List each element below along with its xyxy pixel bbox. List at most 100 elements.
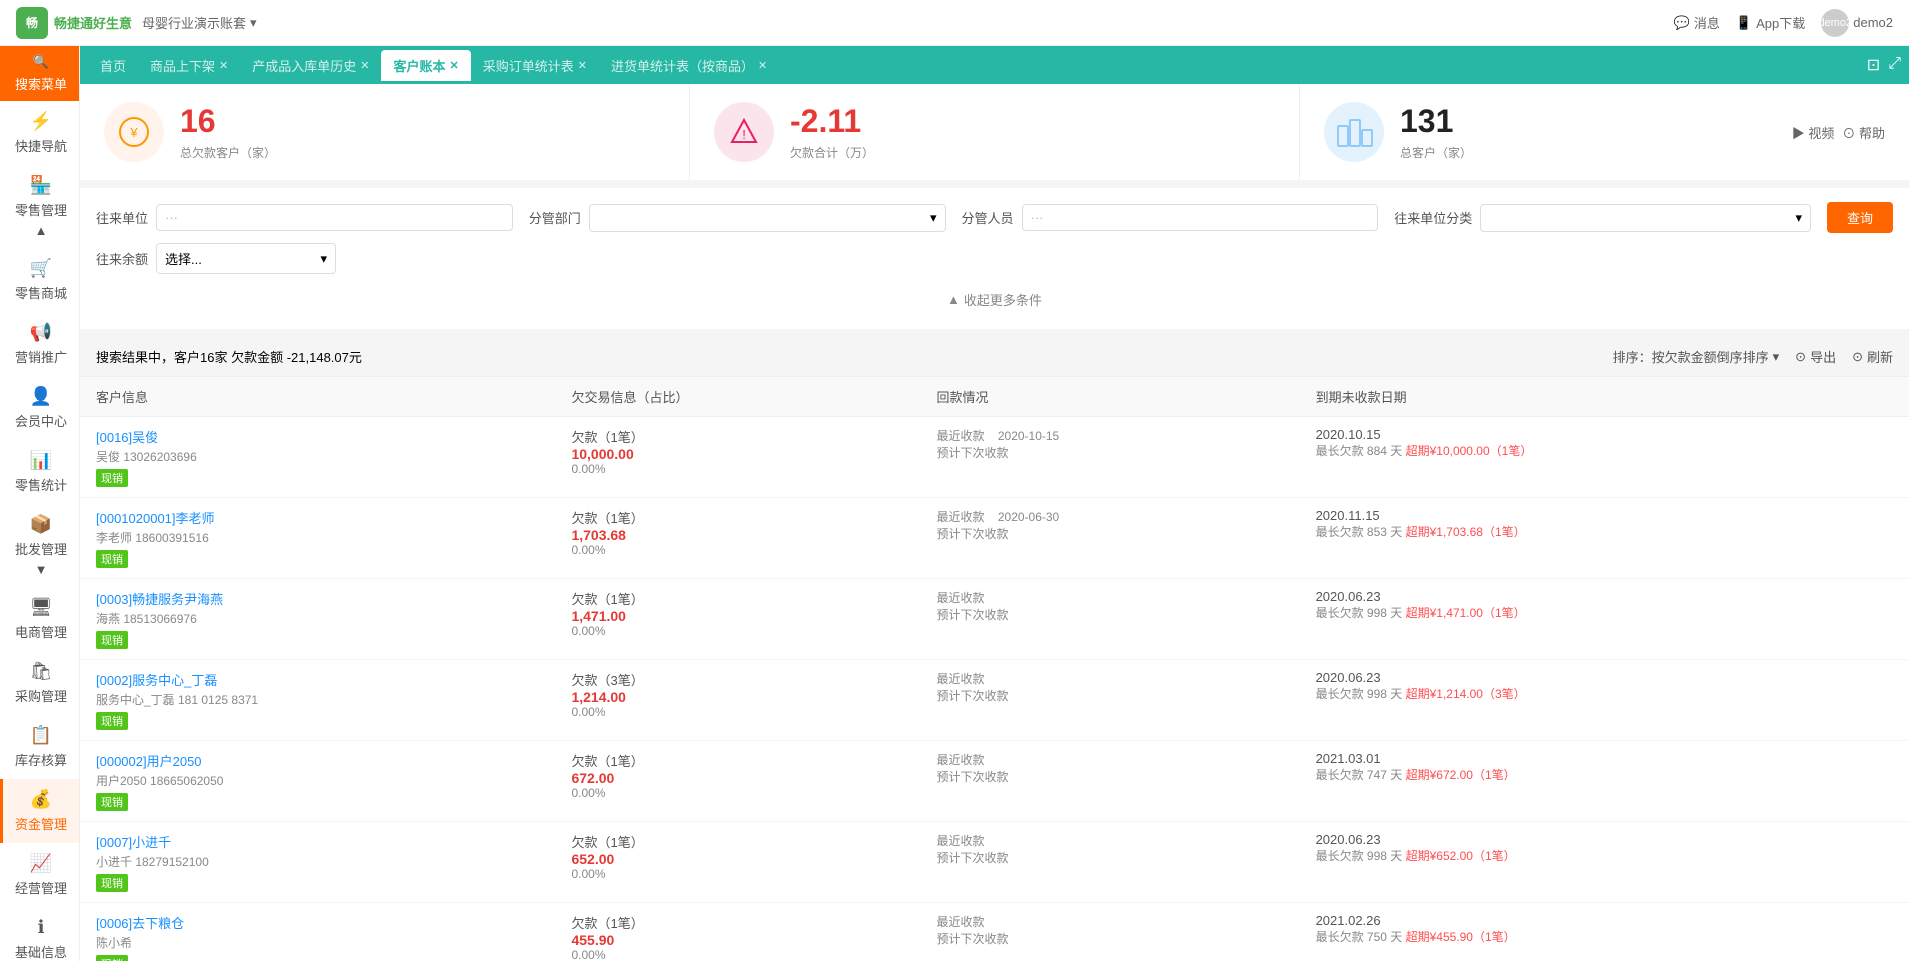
tab-purchase-stats[interactable]: 采购订单统计表 ✕	[471, 50, 599, 81]
sidebar-item-purchase[interactable]: 🛍 采购管理	[0, 651, 79, 715]
message-btn[interactable]: 💬 消息	[1674, 13, 1720, 32]
tab-home[interactable]: 首页	[88, 50, 138, 81]
sidebar-item-operations[interactable]: 📈 经营管理	[0, 843, 79, 907]
tab-fullscreen-icon[interactable]: ⤢	[1888, 55, 1901, 75]
tab-stock-stats-close[interactable]: ✕	[758, 59, 767, 72]
overdue-link-5[interactable]: 超期¥652.00（1笔）	[1406, 849, 1516, 863]
app-download-btn[interactable]: 📱 App下载	[1736, 13, 1805, 32]
sidebar-item-marketing[interactable]: 📢 营销推广	[0, 312, 79, 376]
export-icon: ⊙	[1795, 349, 1806, 365]
export-label: 导出	[1810, 347, 1836, 366]
overdue-link-0[interactable]: 超期¥10,000.00（1笔）	[1406, 444, 1533, 458]
brand-name: 畅捷通好生意	[54, 13, 132, 32]
tab-product-listing[interactable]: 商品上下架 ✕	[138, 50, 240, 81]
customer-tag-4: 现销	[96, 793, 128, 811]
sidebar-item-finance[interactable]: 💰 资金管理	[0, 779, 79, 843]
collapse-btn[interactable]: ▲ 收起更多条件	[96, 284, 1893, 315]
customer-name-6[interactable]: [0006]去下粮仓	[96, 913, 539, 932]
debt-amount-2[interactable]: 1,471.00	[571, 608, 904, 624]
debt-amount-3[interactable]: 1,214.00	[571, 689, 904, 705]
customer-name-3[interactable]: [0002]服务中心_丁磊	[96, 670, 539, 689]
debt-amount-0[interactable]: 10,000.00	[571, 446, 904, 462]
customer-name-4[interactable]: [000002]用户2050	[96, 751, 539, 770]
retail-mgmt-arrow: ▲	[35, 223, 48, 238]
tab-product-listing-label: 商品上下架	[150, 56, 215, 75]
unit-category-select[interactable]: ▾	[1480, 204, 1811, 232]
tab-purchase-stats-close[interactable]: ✕	[578, 59, 587, 72]
sidebar-item-inventory[interactable]: 📋 库存核算	[0, 715, 79, 779]
tab-stock-stats[interactable]: 进货单统计表（按商品） ✕	[599, 50, 779, 81]
tab-stock-history-close[interactable]: ✕	[360, 59, 369, 72]
overdue-days-0: 最长欠款 884 天 超期¥10,000.00（1笔）	[1316, 442, 1893, 459]
sidebar-item-search[interactable]: 🔍 搜索菜单	[0, 46, 79, 101]
tab-product-listing-close[interactable]: ✕	[219, 59, 228, 72]
next-payment-6: 预计下次收款	[937, 930, 1284, 947]
overdue-link-4[interactable]: 超期¥672.00（1笔）	[1406, 768, 1516, 782]
members-label: 会员中心	[15, 411, 67, 430]
company-select[interactable]: 母婴行业演示账套 ▾	[142, 13, 257, 32]
tab-customer-ledger[interactable]: 客户账本 ✕	[381, 50, 470, 81]
source-unit-label: 往来单位	[96, 208, 148, 227]
debt-amount-6[interactable]: 455.90	[571, 932, 904, 948]
overdue-link-6[interactable]: 超期¥455.90（1笔）	[1406, 930, 1516, 944]
sort-control[interactable]: 排序：按欠款金额倒序排序 ▾	[1613, 347, 1780, 366]
total-customers-label: 总客户（家）	[1400, 144, 1472, 161]
overdue-link-3[interactable]: 超期¥1,214.00（3笔）	[1406, 687, 1526, 701]
sidebar-item-ecommerce[interactable]: 🖥 电商管理	[0, 587, 79, 651]
retail-mall-icon: 🛒	[30, 258, 52, 279]
search-button[interactable]: 查询	[1827, 202, 1893, 233]
stat-info-overdue-customers: 16 总欠款客户（家）	[180, 103, 276, 161]
overdue-days-1: 最长欠款 853 天 超期¥1,703.68（1笔）	[1316, 523, 1893, 540]
division-select[interactable]: ▾	[589, 204, 946, 232]
customer-tag-3: 现销	[96, 712, 128, 730]
refresh-btn[interactable]: ⊙ 刷新	[1852, 347, 1893, 366]
overdue-days-5: 最长欠款 998 天 超期¥652.00（1笔）	[1316, 847, 1893, 864]
app-download-icon: 📱	[1736, 15, 1752, 31]
sidebar-item-basic-info[interactable]: ℹ 基础信息	[0, 907, 79, 961]
tab-stock-history[interactable]: 产成品入库单历史 ✕	[240, 50, 381, 81]
debt-amount-5[interactable]: 652.00	[571, 851, 904, 867]
next-payment-4: 预计下次收款	[937, 768, 1284, 785]
results-summary: 搜索结果中，客户16家 欠款金额 -21,148.07元 排序：按欠款金额倒序排…	[80, 337, 1909, 377]
overdue-link-2[interactable]: 超期¥1,471.00（1笔）	[1406, 606, 1526, 620]
balance-select[interactable]: 选择... ▾	[156, 243, 336, 274]
sidebar-item-quick-nav[interactable]: ⚡ 快捷导航	[0, 101, 79, 165]
cell-customer-2: [0003]畅捷服务尹海燕 海燕 18513066976 现销	[80, 579, 555, 660]
debt-percent-3: 0.00%	[571, 705, 904, 719]
source-unit-input[interactable]: ···	[156, 204, 513, 231]
cell-debt-0: 欠款（1笔） 10,000.00 0.00%	[555, 417, 920, 498]
customer-name-1[interactable]: [0001020001]李老师	[96, 508, 539, 527]
cell-collection-4: 最近收款 预计下次收款	[921, 741, 1300, 822]
overdue-customers-value: 16	[180, 103, 276, 140]
overdue-days-3: 最长欠款 998 天 超期¥1,214.00（3笔）	[1316, 685, 1893, 702]
table-row: [000002]用户2050 用户2050 18665062050 现销 欠款（…	[80, 741, 1909, 822]
customer-name-2[interactable]: [0003]畅捷服务尹海燕	[96, 589, 539, 608]
sidebar-item-wholesale[interactable]: 📦 批发管理 ▼	[0, 504, 79, 587]
user-avatar-btn[interactable]: demo2 demo2	[1821, 9, 1893, 37]
filter-group-balance: 往来余额 选择... ▾	[96, 243, 1893, 274]
view-label: 视频	[1808, 126, 1834, 141]
division-arrow: ▾	[930, 210, 937, 226]
manager-input[interactable]: ···	[1022, 204, 1379, 231]
stat-card-overdue-customers: ¥ 16 总欠款客户（家）	[80, 84, 690, 180]
finance-label: 资金管理	[15, 814, 67, 833]
debt-amount-4[interactable]: 672.00	[571, 770, 904, 786]
customer-sub-1: 李老师 18600391516	[96, 529, 539, 546]
view-video-btn[interactable]: ▶ 视频	[1792, 123, 1835, 142]
debt-amount-1[interactable]: 1,703.68	[571, 527, 904, 543]
help-btn[interactable]: ⊙ 帮助	[1842, 123, 1885, 142]
filter-row-1: 往来单位 ··· 分管部门 ▾ 分管人员	[96, 202, 1893, 233]
customer-name-5[interactable]: [0007]小进千	[96, 832, 539, 851]
customer-name-0[interactable]: [0016]吴俊	[96, 427, 539, 446]
sidebar-item-retail-mgmt[interactable]: 🏪 零售管理 ▲	[0, 165, 79, 248]
export-btn[interactable]: ⊙ 导出	[1795, 347, 1836, 366]
tab-restore-icon[interactable]: ⊡	[1867, 55, 1880, 75]
sidebar-item-retail-stats[interactable]: 📊 零售统计	[0, 440, 79, 504]
collapse-up-icon: ▲	[947, 292, 960, 307]
tab-customer-ledger-close[interactable]: ✕	[450, 59, 459, 72]
sidebar-item-members[interactable]: 👤 会员中心	[0, 376, 79, 440]
results-actions: 排序：按欠款金额倒序排序 ▾ ⊙ 导出 ⊙ 刷新	[1613, 347, 1893, 366]
due-date-1: 2020.11.15	[1316, 508, 1893, 523]
sidebar-item-retail-mall[interactable]: 🛒 零售商城	[0, 248, 79, 312]
overdue-link-1[interactable]: 超期¥1,703.68（1笔）	[1406, 525, 1526, 539]
